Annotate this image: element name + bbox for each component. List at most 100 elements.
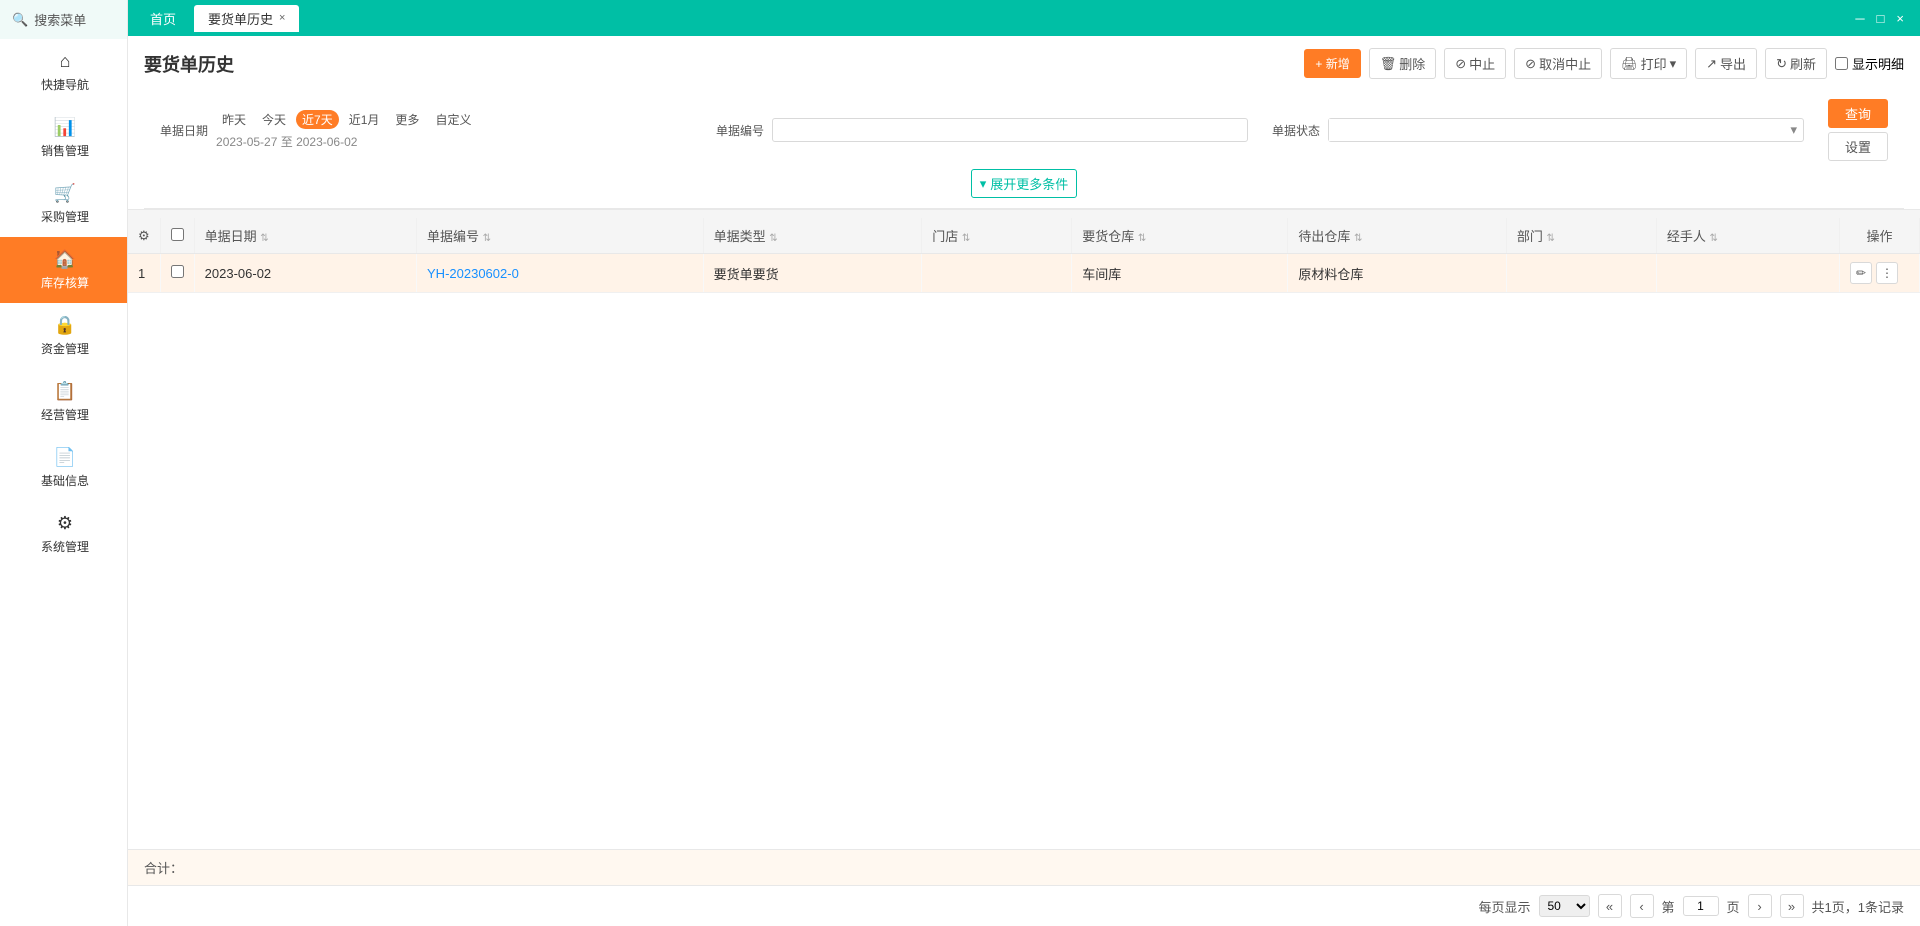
tab-home-label: 首页 — [150, 9, 176, 28]
col-date-label: 单据日期 — [205, 229, 257, 244]
main-area: 首页 要货单历史 × ─ □ × 要货单历史 + 新增 🗑 删除 — [128, 0, 1920, 926]
sidebar-item-base-info[interactable]: 📄 基础信息 — [0, 435, 127, 501]
shortcut-today[interactable]: 今天 — [256, 110, 292, 129]
status-filter-group: 单据状态 ▾ — [1272, 118, 1804, 142]
col-pending-warehouse-label: 待出仓库 — [1298, 229, 1350, 244]
sort-dept-icon[interactable]: ⇅ — [1547, 233, 1555, 244]
shortcut-yesterday[interactable]: 昨天 — [216, 110, 252, 129]
table-body: 1 2023-06-02 YH-20230602-0 要货单要货 车间库 原材料… — [128, 254, 1920, 293]
tab-close-icon[interactable]: × — [279, 12, 285, 24]
stop-button[interactable]: ⊘ 中止 — [1444, 48, 1506, 79]
status-chevron-icon[interactable]: ▾ — [1784, 122, 1803, 138]
tab-active[interactable]: 要货单历史 × — [194, 5, 299, 32]
tab-bar: 首页 要货单历史 × ─ □ × — [128, 0, 1920, 36]
col-store: 门店 ⇅ — [922, 218, 1072, 254]
col-doctype: 单据类型 ⇅ — [703, 218, 922, 254]
date-shortcuts: 昨天 今天 近7天 近1月 更多 自定义 — [216, 110, 477, 129]
date-filter-group: 单据日期 昨天 今天 近7天 近1月 更多 自定义 2023-05-27 至 2… — [160, 110, 692, 150]
filter-bar: 单据日期 昨天 今天 近7天 近1月 更多 自定义 2023-05-27 至 2… — [144, 89, 1904, 209]
row-checkbox[interactable] — [171, 265, 184, 278]
tab-home[interactable]: 首页 — [136, 5, 190, 32]
date-filter-label: 单据日期 — [160, 122, 208, 139]
sidebar-search[interactable]: 🔍 搜索菜单 — [0, 0, 127, 39]
sidebar-item-purchase-mgmt[interactable]: 🛒 采购管理 — [0, 171, 127, 237]
purchase-icon: 🛒 — [54, 183, 76, 204]
new-button[interactable]: + 新增 — [1304, 49, 1360, 78]
col-dept: 部门 ⇅ — [1506, 218, 1656, 254]
table-footer: 合计： — [128, 849, 1920, 885]
display-detail-checkbox[interactable] — [1835, 57, 1848, 70]
row-more-button[interactable]: ⋮ — [1876, 262, 1898, 284]
page-input[interactable] — [1683, 896, 1719, 916]
docno-link[interactable]: YH-20230602-0 — [427, 266, 519, 281]
first-page-button[interactable]: « — [1598, 894, 1622, 918]
shortcut-7days[interactable]: 近7天 — [296, 110, 339, 129]
operations-icon: 📋 — [54, 381, 76, 402]
shortcut-custom[interactable]: 自定义 — [429, 110, 477, 129]
toolbar: + 新增 🗑 删除 ⊘ 中止 ⊘ 取消中止 🖨 打 — [1304, 48, 1904, 79]
table-row: 1 2023-06-02 YH-20230602-0 要货单要货 车间库 原材料… — [128, 254, 1920, 293]
action-buttons: 查询 设置 — [1828, 99, 1888, 161]
col-date: 单据日期 ⇅ — [194, 218, 416, 254]
sidebar-item-label: 库存核算 — [41, 274, 89, 291]
row-edit-button[interactable]: ✏ — [1850, 262, 1872, 284]
cell-req-warehouse: 车间库 — [1072, 254, 1288, 293]
sidebar-item-label: 采购管理 — [41, 208, 89, 225]
display-detail-label: 显示明细 — [1852, 54, 1904, 73]
expand-filter-button[interactable]: ▾ 展开更多条件 — [971, 169, 1078, 198]
select-all-checkbox[interactable] — [171, 228, 184, 241]
minimize-button[interactable]: ─ — [1855, 11, 1864, 26]
sort-handler-icon[interactable]: ⇅ — [1710, 233, 1718, 244]
docno-input[interactable] — [772, 118, 1248, 142]
sidebar-item-operations[interactable]: 📋 经营管理 — [0, 369, 127, 435]
inventory-icon: 🏠 — [54, 249, 76, 270]
system-icon: ⚙ — [57, 513, 73, 534]
tab-active-label: 要货单历史 — [208, 9, 273, 28]
cancel-stop-button[interactable]: ⊘ 取消中止 — [1514, 48, 1602, 79]
print-button[interactable]: 🖨 打印 ▾ — [1610, 48, 1687, 79]
cell-docno: YH-20230602-0 — [417, 254, 704, 293]
data-table: ⚙ 单据日期 ⇅ 单据编号 ⇅ — [128, 218, 1920, 293]
pagination: 每页显示 10 20 50 100 « ‹ 第 页 › » 共1页，1条记录 — [128, 885, 1920, 926]
sort-date-icon[interactable]: ⇅ — [260, 233, 268, 244]
base-info-icon: 📄 — [54, 447, 76, 468]
last-page-button[interactable]: » — [1780, 894, 1804, 918]
sort-req-warehouse-icon[interactable]: ⇅ — [1138, 233, 1146, 244]
close-button[interactable]: × — [1896, 11, 1904, 26]
filter-settings-button[interactable]: 设置 — [1828, 132, 1888, 161]
sort-pending-warehouse-icon[interactable]: ⇅ — [1354, 233, 1362, 244]
display-detail-toggle[interactable]: 显示明细 — [1835, 54, 1904, 73]
shortcut-1month[interactable]: 近1月 — [343, 110, 386, 129]
delete-button[interactable]: 🗑 删除 — [1369, 48, 1437, 79]
sidebar-item-quick-nav[interactable]: ⌂ 快捷导航 — [0, 39, 127, 105]
sort-doctype-icon[interactable]: ⇅ — [769, 233, 777, 244]
refresh-label: 刷新 — [1790, 54, 1816, 73]
settings-icon[interactable]: ⚙ — [138, 228, 150, 243]
table-area: ⚙ 单据日期 ⇅ 单据编号 ⇅ — [128, 218, 1920, 849]
stop-icon: ⊘ — [1455, 56, 1466, 72]
export-button[interactable]: ↗ 导出 — [1695, 48, 1757, 79]
prev-page-button[interactable]: ‹ — [1630, 894, 1654, 918]
sidebar-item-inventory[interactable]: 🏠 库存核算 — [0, 237, 127, 303]
refresh-button[interactable]: ↻ 刷新 — [1765, 48, 1827, 79]
page-title: 要货单历史 — [144, 51, 234, 77]
sidebar-item-finance[interactable]: 🔒 资金管理 — [0, 303, 127, 369]
print-label: 打印 — [1641, 54, 1667, 73]
maximize-button[interactable]: □ — [1877, 11, 1885, 26]
cell-ops: ✏ ⋮ — [1840, 254, 1920, 293]
next-page-button[interactable]: › — [1748, 894, 1772, 918]
shortcut-more[interactable]: 更多 — [389, 110, 425, 129]
page-header: 要货单历史 + 新增 🗑 删除 ⊘ 中止 ⊘ 取消中止 — [128, 36, 1920, 210]
status-input[interactable] — [1329, 119, 1784, 141]
sidebar-item-system-mgmt[interactable]: ⚙ 系统管理 — [0, 501, 127, 567]
sidebar: 🔍 搜索菜单 ⌂ 快捷导航 📊 销售管理 🛒 采购管理 🏠 库存核算 🔒 资金管… — [0, 0, 128, 926]
query-button[interactable]: 查询 — [1828, 99, 1888, 128]
sort-docno-icon[interactable]: ⇅ — [483, 233, 491, 244]
cell-checkbox — [160, 254, 194, 293]
sidebar-item-sales-mgmt[interactable]: 📊 销售管理 — [0, 105, 127, 171]
sort-store-icon[interactable]: ⇅ — [962, 233, 970, 244]
col-req-warehouse: 要货仓库 ⇅ — [1072, 218, 1288, 254]
per-page-select[interactable]: 10 20 50 100 — [1539, 895, 1590, 917]
cell-handler — [1656, 254, 1839, 293]
per-page-label: 每页显示 — [1478, 897, 1530, 916]
